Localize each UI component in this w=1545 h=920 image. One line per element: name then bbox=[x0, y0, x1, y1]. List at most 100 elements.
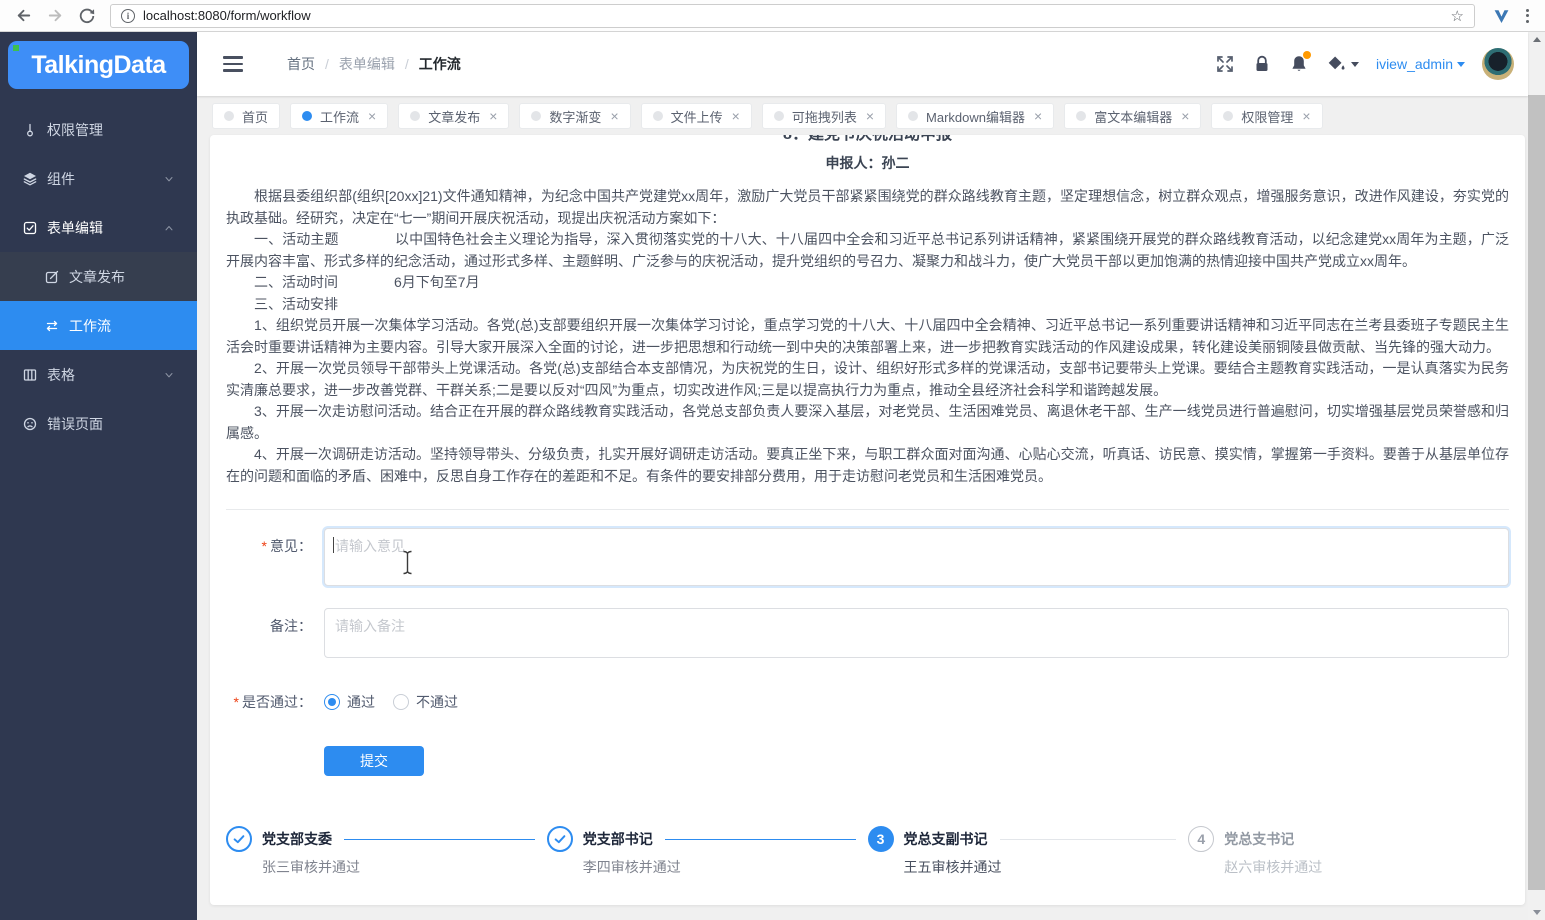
browser-toolbar: i localhost:8080/form/workflow ☆ bbox=[0, 0, 1545, 32]
tab-dot-icon bbox=[1076, 111, 1087, 121]
app-window: TalkingData 权限管理 组件 表单编辑 文章发布 工作流 表格 错误页… bbox=[0, 32, 1528, 920]
close-icon[interactable]: × bbox=[1034, 109, 1042, 123]
sidebar-subitem-article-publish[interactable]: 文章发布 bbox=[0, 252, 197, 301]
theme-switch-button[interactable] bbox=[1326, 54, 1359, 74]
browser-reload-button[interactable] bbox=[74, 3, 100, 29]
tab-workflow[interactable]: 工作流 × bbox=[290, 103, 389, 129]
open-tabs-bar: 首页 工作流 × 文章发布 × 数字渐变 × 文件上传 × 可拖拽列表 × Markdow… bbox=[197, 96, 1528, 135]
tab-draggable-list[interactable]: 可拖拽列表 × bbox=[761, 103, 887, 129]
tab-permission-management[interactable]: 权限管理 × bbox=[1211, 103, 1323, 129]
breadcrumb-home[interactable]: 首页 bbox=[287, 54, 315, 74]
sidebar-item-tables[interactable]: 表格 bbox=[0, 350, 197, 399]
error-face-icon bbox=[23, 417, 37, 430]
step-2: 党支部书记 李四审核并通过 bbox=[546, 826, 868, 877]
tab-dot-icon bbox=[531, 111, 542, 121]
header-actions: iview_admin bbox=[1215, 48, 1514, 80]
main-area: 首页 / 表单编辑 / 工作流 iview_admin 首页 工作流 × 文章发… bbox=[197, 32, 1528, 920]
username-text: iview_admin bbox=[1375, 56, 1453, 72]
tab-dot-icon bbox=[302, 111, 313, 121]
content-area: 8：建党节庆祝活动申报 申报人：孙二 根据县委组织部(组织[20xx]21)文件… bbox=[197, 135, 1528, 920]
theme-switch-icon bbox=[1328, 56, 1345, 70]
submit-button[interactable]: 提交 bbox=[324, 746, 424, 776]
tab-markdown-editor[interactable]: Markdown编辑器 × bbox=[896, 103, 1055, 129]
scroll-up-button[interactable] bbox=[1528, 32, 1545, 47]
sidebar-subitem-workflow[interactable]: 工作流 bbox=[0, 301, 197, 350]
paragraph: 4、开展一次调研走访活动。坚持领导带头、分级负责，扎实开展好调研走访活动。要真正… bbox=[226, 446, 1509, 484]
bookmark-star-icon[interactable]: ☆ bbox=[1451, 7, 1464, 25]
close-icon[interactable]: × bbox=[610, 109, 618, 123]
lock-icon bbox=[1256, 55, 1268, 71]
opinion-textarea[interactable] bbox=[324, 528, 1509, 586]
chevron-down-icon bbox=[1457, 61, 1465, 67]
step-3: 3 党总支副书记 王五审核并通过 bbox=[867, 826, 1189, 877]
logo-text: TalkingData bbox=[31, 50, 166, 79]
breadcrumb-form-edit[interactable]: 表单编辑 bbox=[339, 54, 395, 74]
browser-forward-button[interactable] bbox=[42, 3, 68, 29]
submit-row: 提交 bbox=[226, 746, 1509, 776]
back-arrow-icon bbox=[17, 9, 30, 22]
workflow-card: 8：建党节庆祝活动申报 申报人：孙二 根据县委组织部(组织[20xx]21)文件… bbox=[210, 135, 1525, 905]
pass-row: * 是否通过： 通过 不通过 bbox=[226, 692, 1509, 712]
step-number-icon: 4 bbox=[1188, 826, 1215, 852]
note-textarea[interactable] bbox=[324, 608, 1509, 658]
forward-arrow-icon bbox=[48, 9, 61, 22]
close-icon[interactable]: × bbox=[1181, 109, 1189, 123]
scroll-down-button[interactable] bbox=[1528, 905, 1545, 920]
page-scrollbar[interactable] bbox=[1528, 32, 1545, 920]
step-4: 4 党总支书记 赵六审核并通过 bbox=[1188, 826, 1509, 877]
lock-button[interactable] bbox=[1252, 54, 1272, 74]
paragraph: 一、活动主题 以中国特色社会主义理论为指导，深入贯彻落实党的十八大、十八届四中全… bbox=[226, 231, 1509, 269]
sidebar-item-form-edit[interactable]: 表单编辑 bbox=[0, 203, 197, 252]
top-header: 首页 / 表单编辑 / 工作流 iview_admin bbox=[197, 32, 1528, 96]
sidebar-collapse-button[interactable] bbox=[217, 50, 249, 78]
sidebar-item-components[interactable]: 组件 bbox=[0, 154, 197, 203]
browser-back-button[interactable] bbox=[10, 3, 36, 29]
paragraph: 3、开展一次走访慰问活动。结合正在开展的群众路线教育实践活动，各党总支部负责人要… bbox=[226, 403, 1509, 441]
sidebar-menu: 权限管理 组件 表单编辑 文章发布 工作流 表格 错误页面 bbox=[0, 98, 197, 448]
close-icon[interactable]: × bbox=[866, 109, 874, 123]
browser-extension-button[interactable] bbox=[1493, 7, 1510, 24]
tab-file-upload[interactable]: 文件上传 × bbox=[640, 103, 752, 129]
close-icon[interactable]: × bbox=[368, 109, 376, 123]
tab-number-gradient[interactable]: 数字渐变 × bbox=[519, 103, 631, 129]
applicant-line: 申报人：孙二 bbox=[825, 155, 910, 171]
radio-fail[interactable]: 不通过 bbox=[393, 692, 458, 712]
close-icon[interactable]: × bbox=[1302, 109, 1310, 123]
sidebar-item-error-pages[interactable]: 错误页面 bbox=[0, 399, 197, 448]
url-bar[interactable]: i localhost:8080/form/workflow ☆ bbox=[110, 3, 1475, 28]
radio-pass[interactable]: 通过 bbox=[324, 692, 375, 712]
approval-steps: 党支部支委 张三审核并通过 党支部书记 李四审核并通过 3 党总支副书记 王五审… bbox=[226, 826, 1509, 877]
radio-circle-icon bbox=[324, 694, 340, 710]
page-info-icon[interactable]: i bbox=[121, 8, 135, 23]
checkbox-icon bbox=[23, 221, 37, 234]
browser-menu-button[interactable] bbox=[1520, 5, 1535, 27]
note-row: 备注： bbox=[226, 608, 1509, 658]
step-1: 党支部支委 张三审核并通过 bbox=[226, 826, 547, 877]
step-connector bbox=[999, 838, 1177, 840]
tab-dot-icon bbox=[410, 111, 421, 121]
sidebar-item-permission[interactable]: 权限管理 bbox=[0, 105, 197, 154]
logo-container[interactable]: TalkingData bbox=[0, 32, 197, 98]
close-icon[interactable]: × bbox=[489, 109, 497, 123]
fullscreen-button[interactable] bbox=[1215, 54, 1235, 74]
document-title: 8：建党节庆祝活动申报 bbox=[226, 135, 1509, 146]
user-menu[interactable]: iview_admin bbox=[1376, 56, 1465, 72]
url-text[interactable]: localhost:8080/form/workflow bbox=[143, 8, 1451, 23]
close-icon[interactable]: × bbox=[732, 109, 740, 123]
breadcrumb-separator: / bbox=[325, 56, 329, 72]
thermometer-icon bbox=[27, 123, 33, 136]
tab-home[interactable]: 首页 bbox=[212, 103, 281, 129]
notifications-button[interactable] bbox=[1289, 51, 1311, 74]
paragraph: 二、活动时间 6月下旬至7月 bbox=[254, 274, 480, 290]
swap-icon bbox=[46, 320, 58, 331]
fullscreen-icon bbox=[1217, 56, 1233, 72]
tab-article-publish[interactable]: 文章发布 × bbox=[398, 103, 510, 129]
step-connector bbox=[344, 838, 535, 840]
breadcrumb-current: 工作流 bbox=[418, 56, 461, 72]
tab-rich-text-editor[interactable]: 富文本编辑器 × bbox=[1064, 103, 1202, 129]
scrollbar-thumb[interactable] bbox=[1528, 95, 1545, 890]
notification-badge bbox=[1302, 51, 1311, 59]
avatar[interactable] bbox=[1482, 48, 1514, 80]
paragraph: 三、活动安排 bbox=[254, 295, 338, 312]
table-icon bbox=[23, 368, 37, 381]
